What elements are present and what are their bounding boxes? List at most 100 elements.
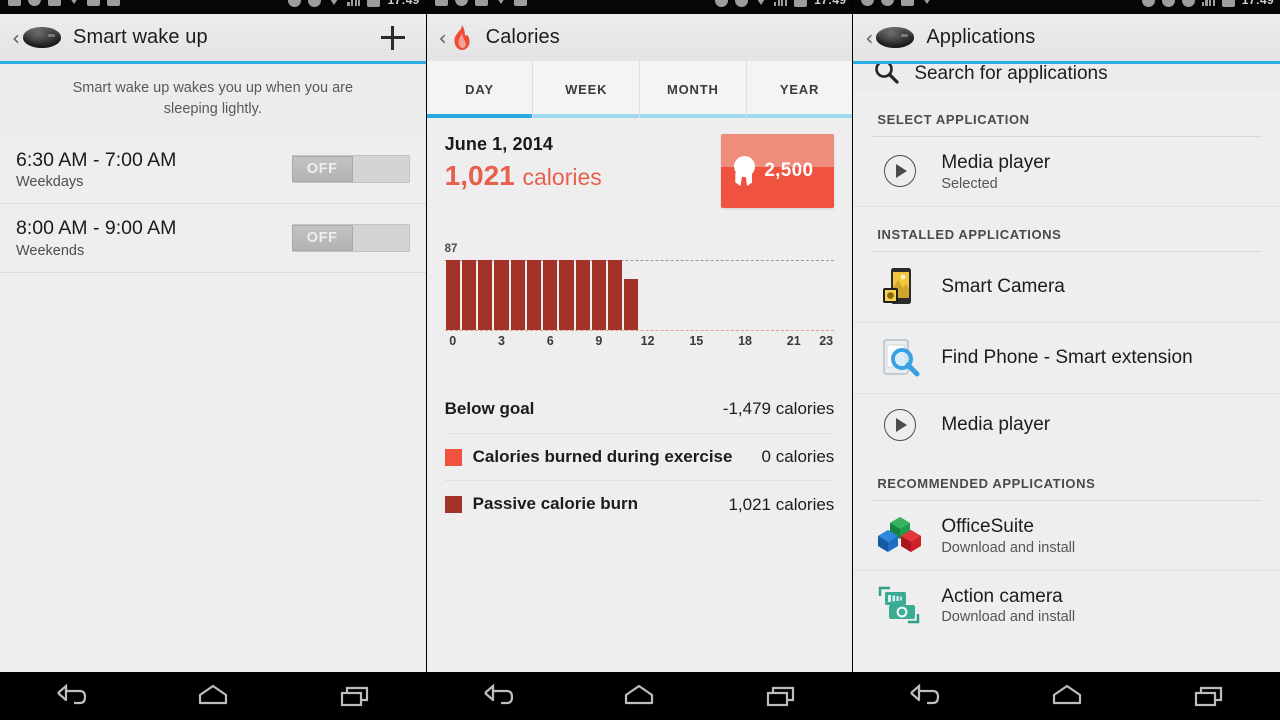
status-bar: 17:49 <box>426 0 853 14</box>
chart-bar-slot <box>802 260 818 330</box>
toggle-thumb: OFF <box>291 224 353 251</box>
tab-label: WEEK <box>565 82 608 97</box>
description-text: Smart wake up wakes you up when you are … <box>0 64 426 137</box>
chart-bar-slot <box>721 260 737 330</box>
tab-year[interactable]: YEAR <box>746 61 853 118</box>
notification-icon <box>87 0 100 6</box>
back-chevron-icon[interactable]: ‹ <box>439 28 447 48</box>
notification-icon <box>8 0 21 6</box>
navigation-bar <box>853 672 1280 720</box>
chart-x-axis-labels: 0 3 6 9 12 15 18 21 23 <box>445 334 835 356</box>
app-info: Media player <box>941 413 1260 437</box>
action-bar-applications: ‹ Applications <box>853 14 1280 61</box>
notification-icon <box>48 0 61 6</box>
chart-bar-slot <box>575 260 591 330</box>
chart-bar <box>445 260 460 330</box>
alarm-toggle[interactable]: OFF <box>291 223 410 252</box>
chart-x-tick: 6 <box>546 334 554 348</box>
app-name: OfficeSuite <box>941 515 1034 537</box>
page-title: Applications <box>926 26 1036 48</box>
battery-icon <box>1221 0 1235 7</box>
screenshot-root: 17:49 ‹ Smart wake up Smart wake up wake… <box>0 0 1280 720</box>
nav-home-button[interactable] <box>613 679 665 713</box>
sync-icon <box>308 0 322 7</box>
smart-wake-up-body: Smart wake up wakes you up when you are … <box>0 64 426 672</box>
notification-icon <box>494 0 507 4</box>
tab-month[interactable]: MONTH <box>640 61 747 118</box>
nav-back-button[interactable] <box>898 679 950 713</box>
nav-home-button[interactable] <box>1041 679 1093 713</box>
chart-bar <box>559 260 574 330</box>
chart-bar-slot <box>623 260 639 330</box>
tab-week[interactable]: WEEK <box>533 61 640 118</box>
sync-icon <box>735 0 749 7</box>
alarm-row[interactable]: 6:30 AM - 7:00 AM Weekdays OFF <box>0 136 426 205</box>
tab-label: MONTH <box>667 82 719 97</box>
alarm-row[interactable]: 8:00 AM - 9:00 AM Weekends OFF <box>0 204 426 273</box>
tab-underline <box>426 114 533 118</box>
chart-axis-line <box>444 330 835 331</box>
summary-row-exercise: Calories burned during exercise 0 calori… <box>444 434 835 482</box>
find-phone-icon <box>877 337 923 379</box>
toggle-thumb: OFF <box>291 156 353 183</box>
summary-label: Passive calorie burn <box>472 494 639 514</box>
summary-date: June 1, 2014 <box>444 134 553 154</box>
goal-value: 2,500 <box>764 160 814 181</box>
tab-label: YEAR <box>779 82 820 97</box>
app-row-media-player-selected[interactable]: Media player Selected <box>853 137 1280 207</box>
notification-icon <box>513 0 527 6</box>
action-bar-smart-wake-up: ‹ Smart wake up <box>0 14 426 61</box>
section-heading-installed-applications: INSTALLED APPLICATIONS <box>877 226 1062 242</box>
status-bar-left-icons <box>8 0 120 6</box>
nav-home-button[interactable] <box>187 679 239 713</box>
app-row-find-phone[interactable]: Find Phone - Smart extension <box>853 323 1280 394</box>
nav-recents-button[interactable] <box>755 679 807 713</box>
applications-body: Search for applications SELECT APPLICATI… <box>853 64 1280 672</box>
chart-bar-slot <box>688 260 704 330</box>
goal-badge[interactable]: 2,500 <box>721 134 835 208</box>
play-circle-icon <box>877 408 923 441</box>
nav-recents-button[interactable] <box>1183 679 1235 713</box>
chart-bar-slot <box>704 260 720 330</box>
app-subtitle: Selected <box>941 175 998 192</box>
notification-icon <box>107 0 120 6</box>
tab-underline <box>533 114 639 118</box>
app-row-action-camera[interactable]: Action camera Download and install <box>853 571 1280 640</box>
bluetooth-icon <box>288 0 302 7</box>
app-row-media-player[interactable]: Media player <box>853 394 1280 456</box>
notification-icon <box>474 0 488 6</box>
smart-band-icon <box>23 27 61 48</box>
back-chevron-icon[interactable]: ‹ <box>865 28 873 48</box>
chart-bar-slot <box>737 260 753 330</box>
chart-ymax-label: 87 <box>444 243 458 255</box>
alarm-list: 6:30 AM - 7:00 AM Weekdays OFF 8:00 AM -… <box>0 136 426 273</box>
navigation-bar <box>426 672 853 720</box>
nav-recents-button[interactable] <box>329 679 381 713</box>
chart-bar-slot <box>591 260 607 330</box>
app-name: Media player <box>941 413 1051 435</box>
app-row-smart-camera[interactable]: Smart Camera <box>853 252 1280 323</box>
search-input[interactable]: Search for applications <box>853 64 1280 92</box>
signal-icon <box>1201 0 1215 6</box>
status-bar-right-icons: 17:49 <box>288 0 419 7</box>
chart-x-tick: 0 <box>449 334 457 348</box>
app-row-officesuite[interactable]: OfficeSuite Download and install <box>853 501 1280 571</box>
calories-total: 1,021 calories <box>445 160 722 192</box>
summary-value: 0 calories <box>761 447 835 467</box>
nav-back-button[interactable] <box>472 679 524 713</box>
chart-bar-slot <box>542 260 558 330</box>
add-alarm-button[interactable] <box>378 23 408 53</box>
app-info: Media player Selected <box>941 151 1260 192</box>
officesuite-icon <box>877 515 923 555</box>
notification-icon <box>454 0 468 6</box>
chart-bar <box>526 260 542 330</box>
nav-back-button[interactable] <box>45 679 97 713</box>
tab-day[interactable]: DAY <box>426 61 534 118</box>
chart-bar <box>461 260 477 330</box>
calories-headline: June 1, 2014 1,021 calories <box>445 134 722 192</box>
tab-underline <box>746 114 853 118</box>
chart-bar-slot <box>607 260 623 330</box>
back-chevron-icon[interactable]: ‹ <box>12 28 20 48</box>
alarm-toggle[interactable]: OFF <box>291 155 410 184</box>
status-bar-left-icons <box>861 0 934 6</box>
